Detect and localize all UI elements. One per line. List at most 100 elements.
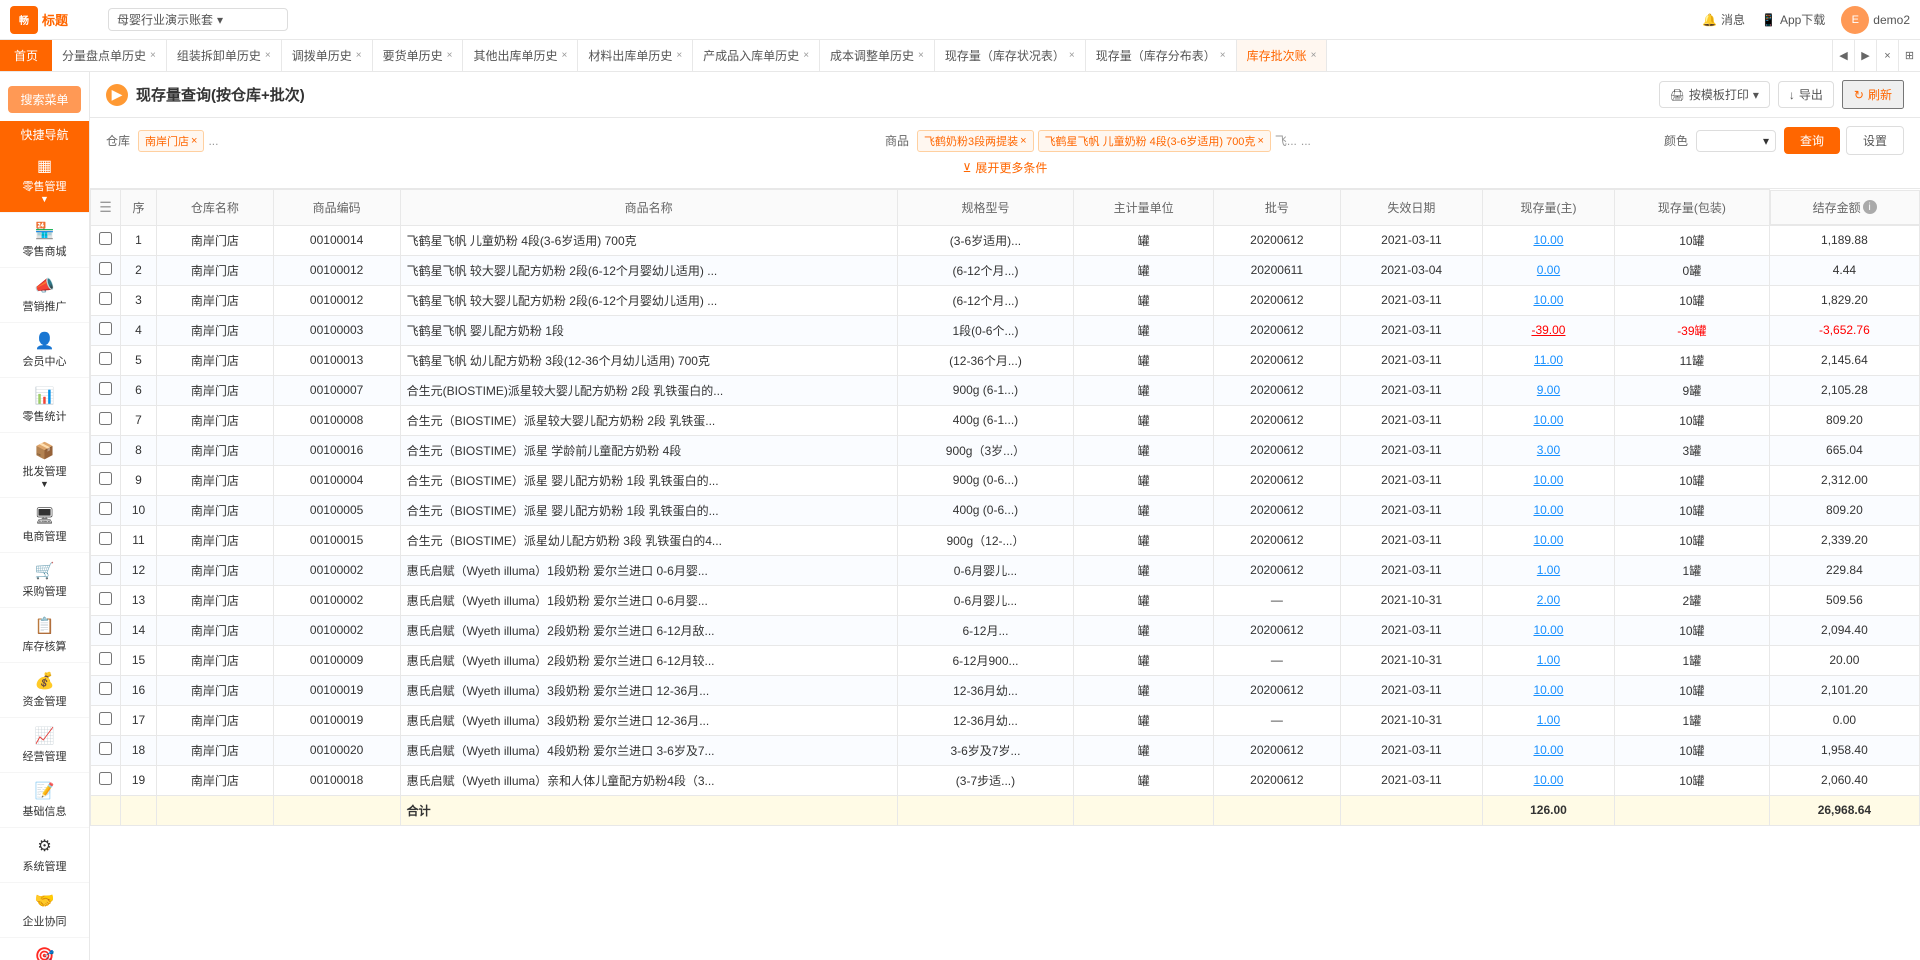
- product-more[interactable]: 飞...: [1275, 132, 1297, 149]
- search-menu-btn[interactable]: 搜索菜单: [8, 86, 81, 113]
- sidebar-item-basic[interactable]: 📝 基础信息: [0, 773, 89, 828]
- td-check[interactable]: [91, 405, 121, 435]
- td-qty-main[interactable]: 2.00: [1483, 585, 1615, 615]
- warehouse-tag-close[interactable]: ×: [191, 135, 197, 147]
- tab-close-icon[interactable]: ×: [1069, 50, 1075, 61]
- tab-xiancun1[interactable]: 现存量（库存状况表） ×: [935, 40, 1086, 72]
- tab-close-icon[interactable]: ×: [803, 50, 809, 61]
- sidebar-item-system[interactable]: ⚙ 系统管理: [0, 828, 89, 883]
- td-qty-main[interactable]: -39.00: [1483, 315, 1615, 345]
- row-checkbox[interactable]: [99, 382, 112, 395]
- tab-left-arrow[interactable]: ◀: [1832, 40, 1854, 72]
- tab-chengben[interactable]: 成本调整单历史 ×: [820, 40, 935, 72]
- user-area[interactable]: E demo2: [1841, 6, 1910, 34]
- td-check[interactable]: [91, 285, 121, 315]
- sidebar-item-wholesale[interactable]: 📦 批发管理 ▼: [0, 433, 89, 498]
- sidebar-item-purchase[interactable]: 🛒 采购管理: [0, 553, 89, 608]
- tab-close-icon[interactable]: ×: [1311, 50, 1317, 61]
- sidebar-item-marketing[interactable]: 📣 营销推广: [0, 268, 89, 323]
- color-select[interactable]: ▾: [1696, 130, 1776, 152]
- td-check[interactable]: [91, 585, 121, 615]
- row-checkbox[interactable]: [99, 682, 112, 695]
- sidebar-item-guide[interactable]: 🎯 新手引导: [0, 938, 89, 960]
- td-qty-main[interactable]: 3.00: [1483, 435, 1615, 465]
- td-qty-main[interactable]: 1.00: [1483, 555, 1615, 585]
- sidebar-item-finance[interactable]: 💰 资金管理: [0, 663, 89, 718]
- row-checkbox[interactable]: [99, 472, 112, 485]
- td-check[interactable]: [91, 255, 121, 285]
- row-checkbox[interactable]: [99, 262, 112, 275]
- tab-kucun[interactable]: 库存批次账 ×: [1237, 40, 1328, 72]
- td-check[interactable]: [91, 315, 121, 345]
- tab-close-all[interactable]: ×: [1876, 40, 1898, 72]
- th-check[interactable]: ☰: [91, 190, 121, 226]
- td-qty-main[interactable]: 1.00: [1483, 645, 1615, 675]
- tab-close-icon[interactable]: ×: [1220, 50, 1226, 61]
- tab-close-icon[interactable]: ×: [918, 50, 924, 61]
- row-checkbox[interactable]: [99, 592, 112, 605]
- td-check[interactable]: [91, 705, 121, 735]
- sidebar-item-inventory[interactable]: 📋 库存核算: [0, 608, 89, 663]
- row-checkbox[interactable]: [99, 322, 112, 335]
- td-check[interactable]: [91, 615, 121, 645]
- td-check[interactable]: [91, 495, 121, 525]
- tab-close-icon[interactable]: ×: [561, 50, 567, 61]
- row-checkbox[interactable]: [99, 562, 112, 575]
- tab-expand-icon[interactable]: ⊞: [1898, 40, 1920, 72]
- settings-btn[interactable]: 设置: [1846, 126, 1904, 155]
- td-check[interactable]: [91, 765, 121, 795]
- td-check[interactable]: [91, 465, 121, 495]
- row-checkbox[interactable]: [99, 742, 112, 755]
- refresh-btn[interactable]: ↻ 刷新: [1842, 80, 1904, 109]
- td-check[interactable]: [91, 525, 121, 555]
- tab-xiancun2[interactable]: 现存量（库存分布表） ×: [1086, 40, 1237, 72]
- td-qty-main[interactable]: 10.00: [1483, 285, 1615, 315]
- row-checkbox[interactable]: [99, 412, 112, 425]
- td-check[interactable]: [91, 735, 121, 765]
- td-qty-main[interactable]: 10.00: [1483, 225, 1615, 255]
- tab-cailiaochu[interactable]: 材料出库单历史 ×: [578, 40, 693, 72]
- td-check[interactable]: [91, 555, 121, 585]
- message-btn[interactable]: 🔔 消息: [1702, 11, 1745, 28]
- td-check[interactable]: [91, 675, 121, 705]
- tab-yaohuo[interactable]: 要货单历史 ×: [373, 40, 464, 72]
- td-check[interactable]: [91, 375, 121, 405]
- td-qty-main[interactable]: 10.00: [1483, 765, 1615, 795]
- tab-chanpin[interactable]: 产成品入库单历史 ×: [693, 40, 820, 72]
- td-check[interactable]: [91, 345, 121, 375]
- td-qty-main[interactable]: 10.00: [1483, 465, 1615, 495]
- td-qty-main[interactable]: 10.00: [1483, 525, 1615, 555]
- product-tag-2-close[interactable]: ×: [1257, 135, 1263, 147]
- td-qty-main[interactable]: 10.00: [1483, 615, 1615, 645]
- tab-close-icon[interactable]: ×: [150, 50, 156, 61]
- td-check[interactable]: [91, 435, 121, 465]
- sidebar-item-members[interactable]: 👤 会员中心: [0, 323, 89, 378]
- product-tag-1-close[interactable]: ×: [1020, 135, 1026, 147]
- query-btn[interactable]: 查询: [1784, 127, 1840, 154]
- row-checkbox[interactable]: [99, 292, 112, 305]
- product-dots[interactable]: ...: [1301, 134, 1311, 148]
- sidebar-item-operations[interactable]: 📈 经营管理: [0, 718, 89, 773]
- app-download-btn[interactable]: 📱 App下载: [1761, 11, 1825, 28]
- row-checkbox[interactable]: [99, 772, 112, 785]
- tab-close-icon[interactable]: ×: [676, 50, 682, 61]
- tab-close-icon[interactable]: ×: [265, 50, 271, 61]
- quick-nav-btn[interactable]: 快捷导航: [0, 121, 89, 148]
- td-qty-main[interactable]: 1.00: [1483, 705, 1615, 735]
- row-checkbox[interactable]: [99, 712, 112, 725]
- tab-fenpan[interactable]: 分量盘点单历史 ×: [52, 40, 167, 72]
- td-check[interactable]: [91, 225, 121, 255]
- sidebar-item-retail[interactable]: ▦ 零售管理 ▼: [0, 148, 89, 213]
- td-qty-main[interactable]: 10.00: [1483, 735, 1615, 765]
- row-checkbox[interactable]: [99, 532, 112, 545]
- expand-conditions-btn[interactable]: ⊻ 展开更多条件: [963, 159, 1048, 176]
- row-checkbox[interactable]: [99, 232, 112, 245]
- row-checkbox[interactable]: [99, 442, 112, 455]
- row-checkbox[interactable]: [99, 352, 112, 365]
- td-qty-main[interactable]: 10.00: [1483, 495, 1615, 525]
- td-check[interactable]: [91, 645, 121, 675]
- tab-home[interactable]: 首页: [0, 40, 52, 72]
- td-qty-main[interactable]: 0.00: [1483, 255, 1615, 285]
- sidebar-item-collab[interactable]: 🤝 企业协同: [0, 883, 89, 938]
- sidebar-item-shop[interactable]: 🏪 零售商城: [0, 213, 89, 268]
